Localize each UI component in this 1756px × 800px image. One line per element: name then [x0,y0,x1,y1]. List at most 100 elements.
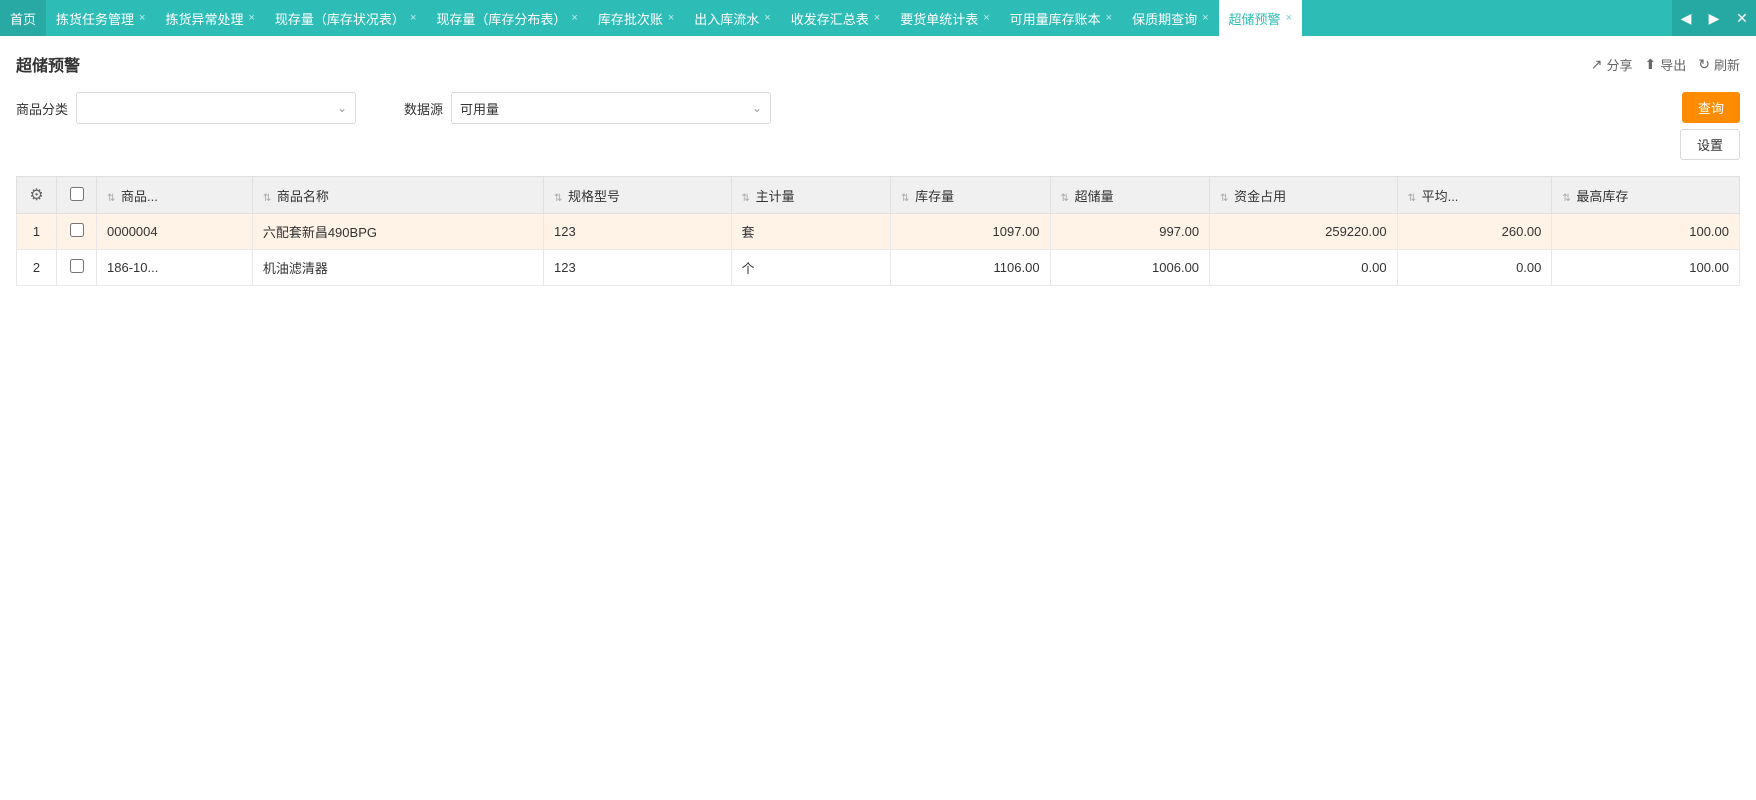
sort-icon: ⇅ [554,193,562,204]
overstock-cell: 997.00 [1050,214,1210,250]
nav-close-icon[interactable]: × [983,12,989,24]
nav-item-xiancunliang2[interactable]: 现存量（库存分布表） × [426,0,587,36]
spec-cell: 123 [544,250,732,286]
product-category-filter: 商品分类 ⌄ [16,92,356,124]
nav-arrows: ◀ ▶ ✕ [1672,0,1756,36]
unit-cell: 个 [731,250,891,286]
nav-close-icon[interactable]: × [248,12,254,24]
nav-item-baozhiqi[interactable]: 保质期查询 × [1122,0,1218,36]
sort-icon: ⇅ [1562,193,1570,204]
data-source-label: 数据源 [404,99,443,118]
col-checkbox-header [57,177,97,214]
product-category-label: 商品分类 [16,99,68,118]
data-table: ⚙ ⇅ 商品... ⇅ 商品名称 ⇅ 规格型号 ⇅ [16,176,1740,286]
page-title: 超储预警 [16,52,80,76]
nav-item-jianhuoyichang[interactable]: 拣货异常处理 × [155,0,264,36]
unit-cell: 套 [731,214,891,250]
nav-item-kucunpizhang[interactable]: 库存批次账 × [588,0,684,36]
col-stock[interactable]: ⇅ 库存量 [891,177,1051,214]
refresh-button[interactable]: ↻ 刷新 [1698,55,1740,74]
max-stock-cell: 100.00 [1552,214,1740,250]
row-number: 1 [17,214,57,250]
chevron-down-icon: ⌄ [337,101,347,115]
avg-cell: 0.00 [1397,250,1552,286]
share-icon: ↗ [1591,56,1603,73]
col-unit[interactable]: ⇅ 主计量 [731,177,891,214]
avg-cell: 260.00 [1397,214,1552,250]
filter-buttons: 查询 设置 [1680,92,1740,160]
overstock-cell: 1006.00 [1050,250,1210,286]
nav-close-icon[interactable]: × [874,12,880,24]
nav-close-icon[interactable]: × [1286,12,1292,24]
product-code-cell: 0000004 [97,214,253,250]
nav-item-home[interactable]: 首页 [0,0,46,36]
nav-item-churukuliushui[interactable]: 出入库流水 × [684,0,780,36]
sort-icon: ⇅ [1408,193,1416,204]
page-content: 超储预警 ↗ 分享 ⬆ 导出 ↻ 刷新 商品分类 ⌄ [0,36,1756,800]
nav-close-icon[interactable]: × [668,12,674,24]
row-checkbox[interactable] [70,223,84,237]
product-category-select[interactable]: ⌄ [76,92,356,124]
nav-close-icon[interactable]: × [1106,12,1112,24]
header-actions: ↗ 分享 ⬆ 导出 ↻ 刷新 [1591,55,1740,74]
product-code-cell: 186-10... [97,250,253,286]
settings-button[interactable]: 设置 [1680,129,1740,160]
export-icon: ⬆ [1645,56,1657,73]
sort-icon: ⇅ [263,193,271,204]
row-checkbox-cell [57,214,97,250]
filter-row: 商品分类 ⌄ 数据源 可用量 ⌄ [16,92,1664,124]
data-source-select[interactable]: 可用量 ⌄ [451,92,771,124]
nav-close-all-button[interactable]: ✕ [1728,0,1756,36]
sort-icon: ⇅ [901,193,909,204]
filter-area: 商品分类 ⌄ 数据源 可用量 ⌄ 查询 设置 [16,92,1740,160]
select-all-checkbox[interactable] [70,187,84,201]
nav-item-jianhuorenwu[interactable]: 拣货任务管理 × [46,0,155,36]
product-name-cell: 六配套新昌490BPG [252,214,543,250]
nav-item-xiancunliang1[interactable]: 现存量（库存状况表） × [265,0,426,36]
table-header-row: ⚙ ⇅ 商品... ⇅ 商品名称 ⇅ 规格型号 ⇅ [17,177,1740,214]
data-source-value: 可用量 [460,99,499,118]
capital-cell: 259220.00 [1210,214,1398,250]
nav-close-icon[interactable]: × [1202,12,1208,24]
sort-icon: ⇅ [1061,193,1069,204]
sort-icon: ⇅ [742,193,750,204]
nav-item-shoudafahuizongbiao[interactable]: 收发存汇总表 × [781,0,890,36]
col-product-code[interactable]: ⇅ 商品... [97,177,253,214]
nav-prev-button[interactable]: ◀ [1672,0,1700,36]
export-button[interactable]: ⬆ 导出 [1645,55,1687,74]
nav-close-icon[interactable]: × [571,12,577,24]
nav-next-button[interactable]: ▶ [1700,0,1728,36]
col-gear: ⚙ [17,177,57,214]
capital-cell: 0.00 [1210,250,1398,286]
chevron-down-icon: ⌄ [752,101,762,115]
row-checkbox[interactable] [70,259,84,273]
nav-item-yaohuo[interactable]: 要货单统计表 × [890,0,999,36]
gear-icon[interactable]: ⚙ [29,187,43,204]
nav-item-keyongliang[interactable]: 可用量库存账本 × [1000,0,1122,36]
spec-cell: 123 [544,214,732,250]
col-spec[interactable]: ⇅ 规格型号 [544,177,732,214]
product-name-cell: 机油滤清器 [252,250,543,286]
nav-close-icon[interactable]: × [139,12,145,24]
sort-icon: ⇅ [107,193,115,204]
row-checkbox-cell [57,250,97,286]
nav-close-icon[interactable]: × [764,12,770,24]
col-max-stock[interactable]: ⇅ 最高库存 [1552,177,1740,214]
max-stock-cell: 100.00 [1552,250,1740,286]
stock-cell: 1097.00 [891,214,1051,250]
nav-close-icon[interactable]: × [410,12,416,24]
stock-cell: 1106.00 [891,250,1051,286]
top-navigation: 首页 拣货任务管理 × 拣货异常处理 × 现存量（库存状况表） × 现存量（库存… [0,0,1756,36]
col-product-name[interactable]: ⇅ 商品名称 [252,177,543,214]
col-overstock[interactable]: ⇅ 超储量 [1050,177,1210,214]
table-row: 2 186-10... 机油滤清器 123 个 1106.00 1006.00 … [17,250,1740,286]
nav-item-chaochuyujing[interactable]: 超储预警 × [1219,0,1302,36]
query-button[interactable]: 查询 [1682,92,1740,123]
page-header: 超储预警 ↗ 分享 ⬆ 导出 ↻ 刷新 [16,52,1740,76]
col-capital[interactable]: ⇅ 资金占用 [1210,177,1398,214]
refresh-icon: ↻ [1698,56,1710,73]
col-avg[interactable]: ⇅ 平均... [1397,177,1552,214]
share-button[interactable]: ↗ 分享 [1591,55,1633,74]
row-number: 2 [17,250,57,286]
table-row: 1 0000004 六配套新昌490BPG 123 套 1097.00 997.… [17,214,1740,250]
